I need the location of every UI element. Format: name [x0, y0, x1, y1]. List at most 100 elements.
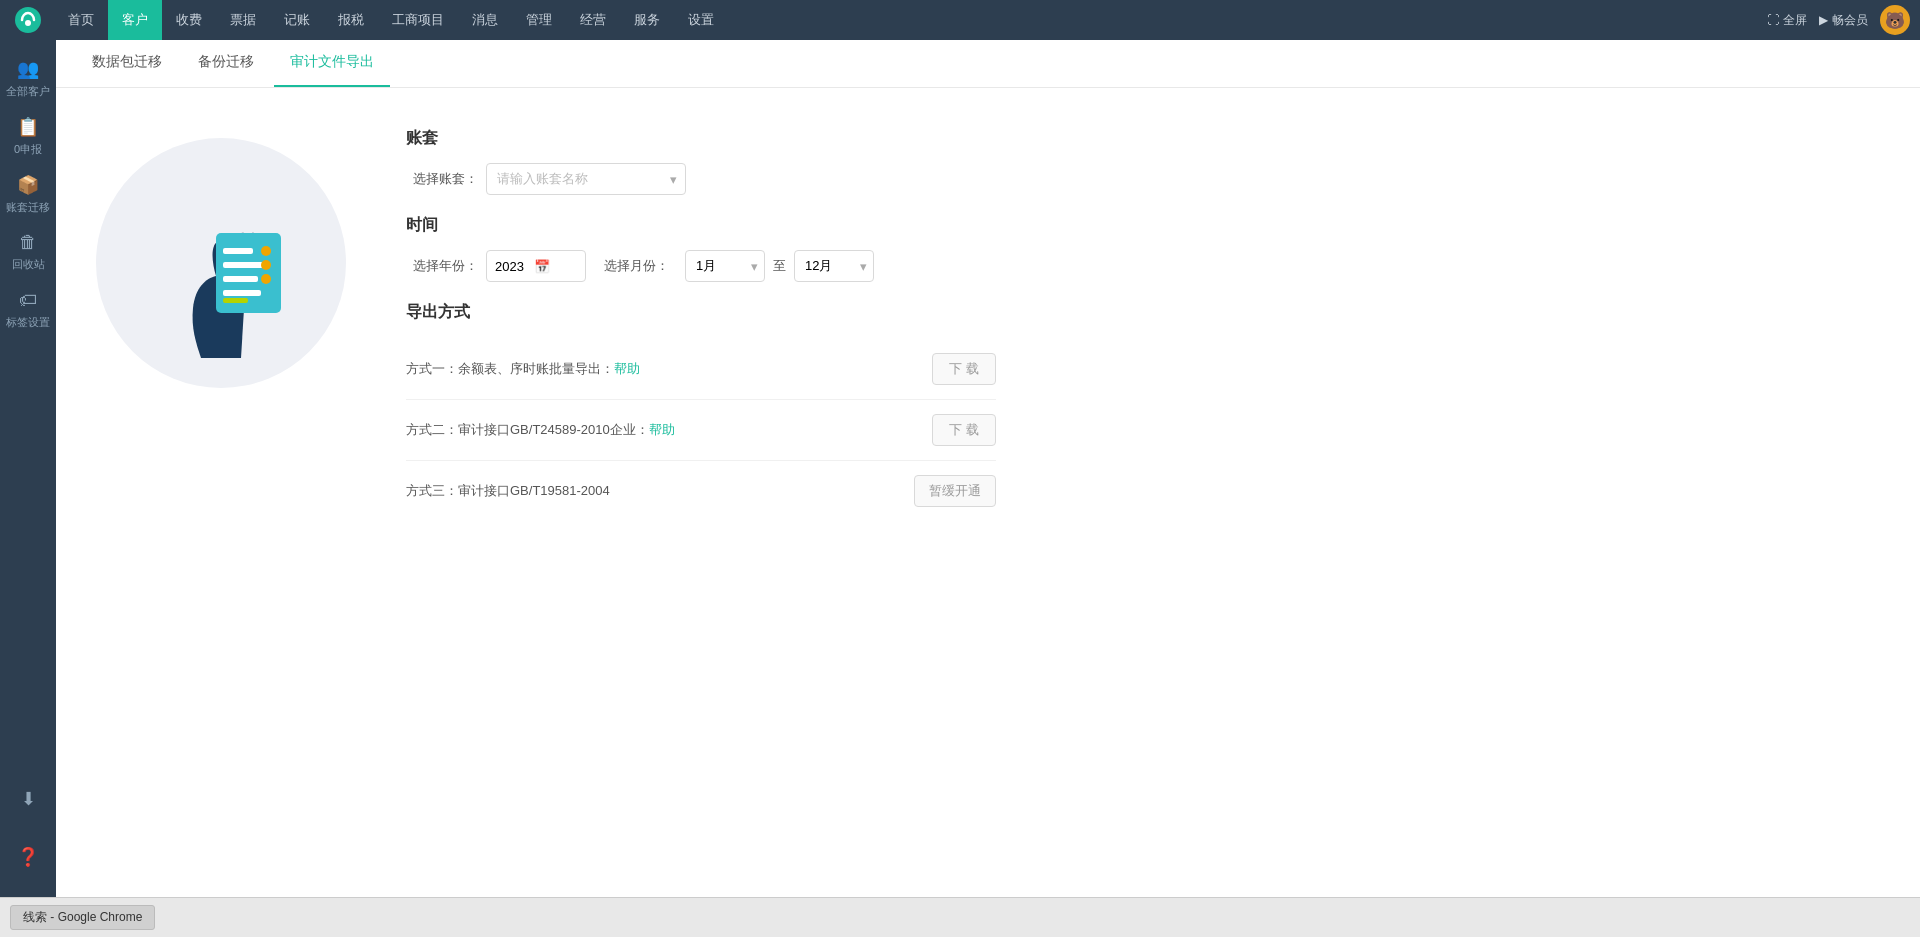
membership-icon: ▶ [1819, 13, 1828, 27]
method-3-open-button[interactable]: 暂缓开通 [914, 475, 996, 507]
account-section: 账套 选择账套： 请输入账套名称 ▾ [406, 128, 996, 195]
sidebar-item-recycle-label: 回收站 [12, 257, 45, 272]
nav-ticket[interactable]: 票据 [216, 0, 270, 40]
export-method-1: 方式一：余额表、序时账批量导出：帮助 下 载 [406, 339, 996, 400]
sidebar-item-account-migration-label: 账套迁移 [6, 200, 50, 215]
month-end-select[interactable]: 12月 ▾ [794, 250, 874, 282]
nav-customer[interactable]: 客户 [108, 0, 162, 40]
sidebar-item-zero-report-label: 0申报 [14, 142, 42, 157]
method-2-help-link[interactable]: 帮助 [649, 422, 675, 437]
account-select-row: 选择账套： 请输入账套名称 ▾ [406, 163, 996, 195]
account-select-label: 选择账套： [406, 170, 478, 188]
account-section-title: 账套 [406, 128, 996, 149]
method-2-text: 方式二：审计接口GB/T24589-2010企业：帮助 [406, 421, 675, 439]
sidebar-item-all-customers[interactable]: 👥 全部客户 [0, 50, 56, 106]
nav-message[interactable]: 消息 [458, 0, 512, 40]
sidebar-item-tag-settings[interactable]: 🏷 标签设置 [0, 282, 56, 338]
svg-rect-4 [223, 262, 263, 268]
membership-btn[interactable]: ▶ 畅会员 [1819, 12, 1868, 29]
nav-tax[interactable]: 报税 [324, 0, 378, 40]
svg-point-7 [261, 246, 271, 256]
export-method-3: 方式三：审计接口GB/T19581-2004 暂缓开通 [406, 461, 996, 521]
time-section-title: 时间 [406, 215, 996, 236]
time-section: 时间 选择年份： 2023 📅 选择月份： 1月 [406, 215, 996, 282]
logo[interactable] [10, 2, 46, 38]
method-1-text: 方式一：余额表、序时账批量导出：帮助 [406, 360, 640, 378]
export-method-2: 方式二：审计接口GB/T24589-2010企业：帮助 下 载 [406, 400, 996, 461]
method-1-prefix: 方式一：余额表、序时账批量导出： [406, 361, 614, 376]
month-select-label: 选择月份： [604, 257, 669, 275]
account-select-placeholder: 请输入账套名称 [497, 170, 588, 188]
nav-fee[interactable]: 收费 [162, 0, 216, 40]
svg-point-1 [25, 20, 31, 26]
svg-point-9 [261, 274, 271, 284]
all-customers-icon: 👥 [17, 58, 39, 80]
month-start-select[interactable]: 1月 ▾ [685, 250, 765, 282]
membership-label: 畅会员 [1832, 12, 1868, 29]
svg-rect-3 [223, 248, 253, 254]
download-icon: ⬇ [21, 788, 36, 810]
sidebar-item-download[interactable]: ⬇ [0, 771, 56, 827]
nav-items: 首页 客户 收费 票据 记账 报税 工商项目 消息 管理 经营 服务 设置 [54, 0, 1767, 40]
taskbar-chrome-item[interactable]: 线索 - Google Chrome [10, 905, 155, 930]
nav-service[interactable]: 服务 [620, 0, 674, 40]
tabs-bar: 数据包迁移 备份迁移 审计文件导出 [56, 40, 1920, 88]
method-1-download-button[interactable]: 下 载 [932, 353, 996, 385]
content-inner: 账套 选择账套： 请输入账套名称 ▾ 时间 选择年 [96, 118, 996, 521]
svg-rect-6 [223, 290, 261, 296]
month-start-value: 1月 [696, 257, 716, 275]
export-section-title: 导出方式 [406, 302, 996, 323]
taskbar: 线索 - Google Chrome [0, 897, 1920, 937]
fullscreen-btn[interactable]: ⛶ 全屏 [1767, 12, 1807, 29]
svg-rect-10 [223, 298, 248, 303]
nav-operation[interactable]: 经营 [566, 0, 620, 40]
fullscreen-label: 全屏 [1783, 12, 1807, 29]
top-nav: 首页 客户 收费 票据 记账 报税 工商项目 消息 管理 经营 服务 设置 ⛶ … [0, 0, 1920, 40]
year-label: 选择年份： [406, 257, 478, 275]
tab-data-migration[interactable]: 数据包迁移 [76, 40, 178, 87]
method-1-help-link[interactable]: 帮助 [614, 361, 640, 376]
nav-business[interactable]: 工商项目 [378, 0, 458, 40]
sidebar-item-account-migration[interactable]: 📦 账套迁移 [0, 166, 56, 222]
main-layout: 👥 全部客户 📋 0申报 📦 账套迁移 🗑 回收站 🏷 标签设置 ⬇ ❓ [0, 40, 1920, 897]
nav-settings[interactable]: 设置 [674, 0, 728, 40]
svg-point-8 [261, 260, 271, 270]
nav-home[interactable]: 首页 [54, 0, 108, 40]
calendar-icon: 📅 [534, 259, 550, 274]
time-controls: 2023 📅 选择月份： 1月 ▾ 至 12月 [486, 250, 874, 282]
month-end-value: 12月 [805, 257, 832, 275]
page-content: 账套 选择账套： 请输入账套名称 ▾ 时间 选择年 [56, 88, 1920, 897]
method-3-text: 方式三：审计接口GB/T19581-2004 [406, 482, 610, 500]
method-2-download-button[interactable]: 下 载 [932, 414, 996, 446]
tab-audit-export[interactable]: 审计文件导出 [274, 40, 390, 87]
month-start-arrow-icon: ▾ [751, 259, 758, 274]
zero-report-icon: 📋 [17, 116, 39, 138]
nav-bookkeeping[interactable]: 记账 [270, 0, 324, 40]
account-select-arrow-icon: ▾ [670, 172, 677, 187]
content-area: 数据包迁移 备份迁移 审计文件导出 [56, 40, 1920, 897]
year-input[interactable]: 2023 📅 [486, 250, 586, 282]
sidebar-item-zero-report[interactable]: 📋 0申报 [0, 108, 56, 164]
year-value: 2023 [495, 259, 524, 274]
account-select[interactable]: 请输入账套名称 ▾ [486, 163, 686, 195]
sidebar: 👥 全部客户 📋 0申报 📦 账套迁移 🗑 回收站 🏷 标签设置 ⬇ ❓ [0, 40, 56, 897]
fullscreen-icon: ⛶ [1767, 13, 1779, 27]
method-3-prefix: 方式三：审计接口GB/T19581-2004 [406, 483, 610, 498]
avatar[interactable]: 🐻 [1880, 5, 1910, 35]
nav-manage[interactable]: 管理 [512, 0, 566, 40]
sidebar-item-help[interactable]: ❓ [0, 829, 56, 885]
help-icon: ❓ [17, 846, 39, 868]
month-end-arrow-icon: ▾ [860, 259, 867, 274]
nav-right: ⛶ 全屏 ▶ 畅会员 🐻 [1767, 5, 1910, 35]
sidebar-item-all-customers-label: 全部客户 [6, 84, 50, 99]
tab-backup-migration[interactable]: 备份迁移 [182, 40, 270, 87]
sidebar-item-recycle[interactable]: 🗑 回收站 [0, 224, 56, 280]
tag-settings-icon: 🏷 [19, 290, 37, 311]
account-migration-icon: 📦 [17, 174, 39, 196]
time-separator: 至 [773, 257, 786, 275]
method-2-prefix: 方式二：审计接口GB/T24589-2010企业： [406, 422, 649, 437]
sidebar-bottom: ⬇ ❓ [0, 771, 56, 897]
export-section: 导出方式 方式一：余额表、序时账批量导出：帮助 下 载 方式二：审计接口GB/T… [406, 302, 996, 521]
sidebar-item-tag-settings-label: 标签设置 [6, 315, 50, 330]
illustration [96, 138, 346, 388]
